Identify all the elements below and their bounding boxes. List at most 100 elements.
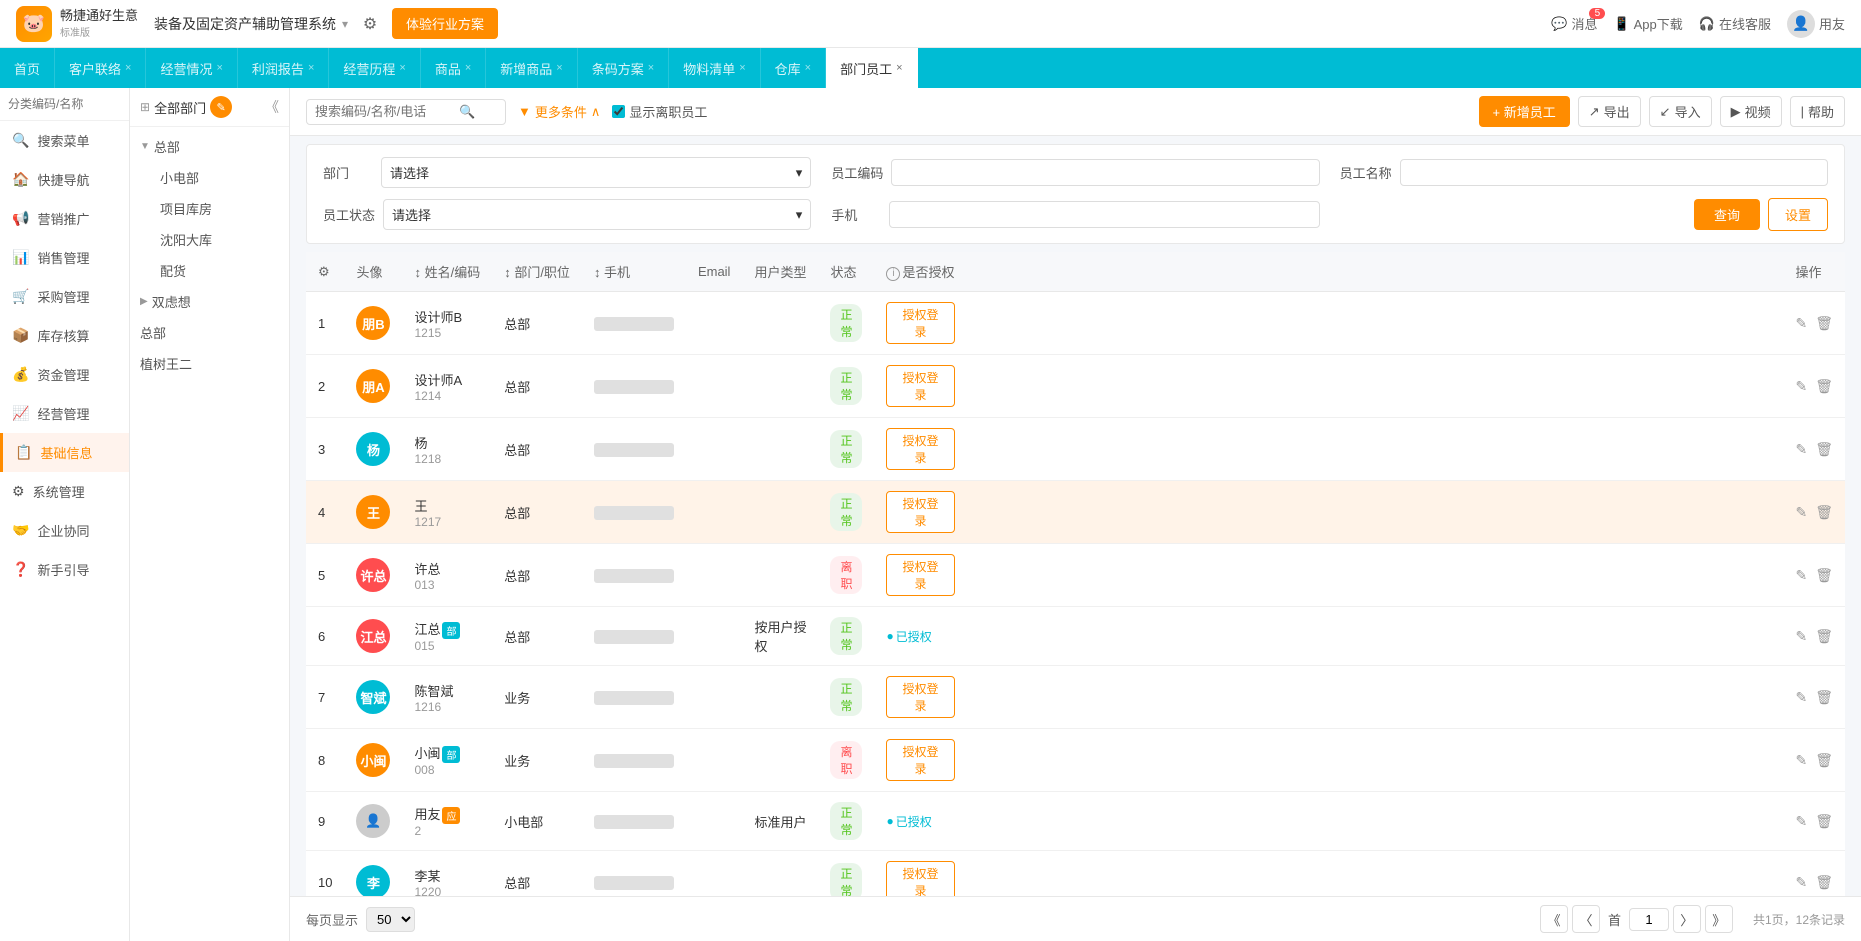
auth-login-button[interactable]: 授权登录 [886,302,954,344]
gear-button[interactable]: ⚙ [356,10,384,38]
sidebar-item-basic[interactable]: 📋基础信息 [0,433,129,472]
next-page-button[interactable]: 〉 [1673,905,1701,933]
system-title-chevron-icon[interactable]: ▾ [342,17,348,31]
online-service-button[interactable]: 🎧 在线客服 [1699,14,1771,33]
sidebar-item-system[interactable]: ⚙系统管理 [0,472,129,511]
search-input[interactable] [315,104,455,119]
message-button[interactable]: 💬 消息 5 [1551,14,1597,33]
sidebar-item-quick-nav[interactable]: 🏠快捷导航 [0,160,129,199]
prev-page-button[interactable]: 〈 [1572,905,1600,933]
delete-button[interactable]: 🗑 [1815,504,1833,521]
delete-button[interactable]: 🗑 [1815,441,1833,458]
page-input[interactable] [1629,908,1669,931]
auth-login-button[interactable]: 授权登录 [886,554,954,596]
auth-login-button[interactable]: 授权登录 [886,428,954,470]
edit-button[interactable]: ✎ [1795,752,1807,769]
nav-tab-newgoods[interactable]: 新增商品 × [486,48,577,88]
edit-button[interactable]: ✎ [1795,813,1807,830]
add-employee-button[interactable]: + 新增员工 [1479,96,1570,127]
edit-button[interactable]: ✎ [1795,441,1807,458]
per-page-select[interactable]: 50 [366,907,415,932]
edit-button[interactable]: ✎ [1795,874,1807,891]
query-button[interactable]: 查询 [1694,199,1760,230]
dept-node-proj-room[interactable]: 项目库房 [130,193,289,224]
auth-login-button[interactable]: 授权登录 [886,676,954,718]
col-name[interactable]: ↕ 姓名/编码 [402,252,492,292]
nav-tab-process[interactable]: 经营历程 × [329,48,420,88]
sidebar-item-marketing[interactable]: 📢营销推广 [0,199,129,238]
close-tab-icon[interactable]: × [648,62,654,74]
close-tab-icon[interactable]: × [399,62,405,74]
sidebar-item-guide[interactable]: ❓新手引导 [0,550,129,589]
last-page-button[interactable]: 》 [1705,905,1733,933]
delete-button[interactable]: 🗑 [1815,874,1833,891]
first-page-button[interactable]: 《 [1540,905,1568,933]
close-tab-icon[interactable]: × [216,62,222,74]
nav-tab-profit[interactable]: 利润报告 × [238,48,329,88]
close-tab-icon[interactable]: × [739,62,745,74]
col-settings[interactable]: ⚙ [306,252,344,292]
nav-tab-material[interactable]: 物料清单 × [669,48,760,88]
close-tab-icon[interactable]: × [125,62,131,74]
dept-node-plant-king[interactable]: 植树王二 [130,348,289,379]
close-tab-icon[interactable]: × [308,62,314,74]
close-tab-icon[interactable]: × [896,62,902,74]
phone-input[interactable] [889,201,1319,228]
dept-collapse-button[interactable]: 《 [265,97,279,117]
help-button[interactable]: | 帮助 [1790,96,1845,127]
dept-node-double-think[interactable]: ▶双虑想 [130,286,289,317]
delete-button[interactable]: 🗑 [1815,689,1833,706]
sidebar-item-finance[interactable]: 💰资金管理 [0,355,129,394]
dept-node-small-elec[interactable]: 小电部 [130,162,289,193]
edit-button[interactable]: ✎ [1795,689,1807,706]
edit-button[interactable]: ✎ [1795,504,1807,521]
sidebar-item-management[interactable]: 📈经营管理 [0,394,129,433]
emp-name-input[interactable] [1400,159,1828,186]
dept-node-headquarters[interactable]: 总部 [130,317,289,348]
nav-tab-goods[interactable]: 商品 × [421,48,486,88]
trial-button[interactable]: 体验行业方案 [392,8,498,39]
nav-tab-barcode[interactable]: 条码方案 × [578,48,669,88]
close-tab-icon[interactable]: × [556,62,562,74]
nav-tab-customer[interactable]: 客户联络 × [55,48,146,88]
dept-edit-button[interactable]: ✎ [210,96,232,118]
delete-button[interactable]: 🗑 [1815,567,1833,584]
edit-button[interactable]: ✎ [1795,378,1807,395]
sidebar-item-purchase[interactable]: 🛒采购管理 [0,277,129,316]
close-tab-icon[interactable]: × [465,62,471,74]
sidebar-item-enterprise[interactable]: 🤝企业协同 [0,511,129,550]
dept-node-general[interactable]: ▼总部 [130,131,289,162]
app-download-button[interactable]: 📱 App下载 [1613,14,1682,33]
delete-button[interactable]: 🗑 [1815,813,1833,830]
emp-status-select[interactable]: 请选择 ▾ [383,199,811,230]
delete-button[interactable]: 🗑 [1815,752,1833,769]
nav-tab-operation[interactable]: 经营情况 × [146,48,237,88]
delete-button[interactable]: 🗑 [1815,378,1833,395]
edit-button[interactable]: ✎ [1795,628,1807,645]
set-button[interactable]: 设置 [1768,198,1828,231]
more-filter-button[interactable]: ▼ 更多条件 ∧ [518,102,600,121]
dept-select[interactable]: 请选择 ▾ [381,157,811,188]
nav-tab-home[interactable]: 首页 [0,48,55,88]
dept-node-distribution[interactable]: 配货 [130,255,289,286]
sidebar-item-search-menu[interactable]: 🔍搜索菜单 [0,121,129,160]
col-phone[interactable]: ↕ 手机 [582,252,686,292]
view-button[interactable]: ▶ 视频 [1720,96,1782,127]
nav-tab-warehouse[interactable]: 仓库 × [761,48,826,88]
auth-info-icon[interactable]: i [886,267,900,281]
auth-login-button[interactable]: 授权登录 [886,491,954,533]
import-button[interactable]: ↙ 导入 [1649,96,1712,127]
auth-login-button[interactable]: 授权登录 [886,365,954,407]
delete-button[interactable]: 🗑 [1815,628,1833,645]
col-dept[interactable]: ↕ 部门/职位 [492,252,582,292]
edit-button[interactable]: ✎ [1795,567,1807,584]
sidebar-item-inventory[interactable]: 📦库存核算 [0,316,129,355]
auth-login-button[interactable]: 授权登录 [886,739,954,781]
edit-button[interactable]: ✎ [1795,315,1807,332]
show-resigned-checkbox[interactable] [612,105,625,118]
emp-code-input[interactable] [891,159,1319,186]
delete-button[interactable]: 🗑 [1815,315,1833,332]
user-menu[interactable]: 👤 用友 [1787,10,1845,38]
sidebar-item-sales[interactable]: 📊销售管理 [0,238,129,277]
export-button[interactable]: ↗ 导出 [1578,96,1641,127]
